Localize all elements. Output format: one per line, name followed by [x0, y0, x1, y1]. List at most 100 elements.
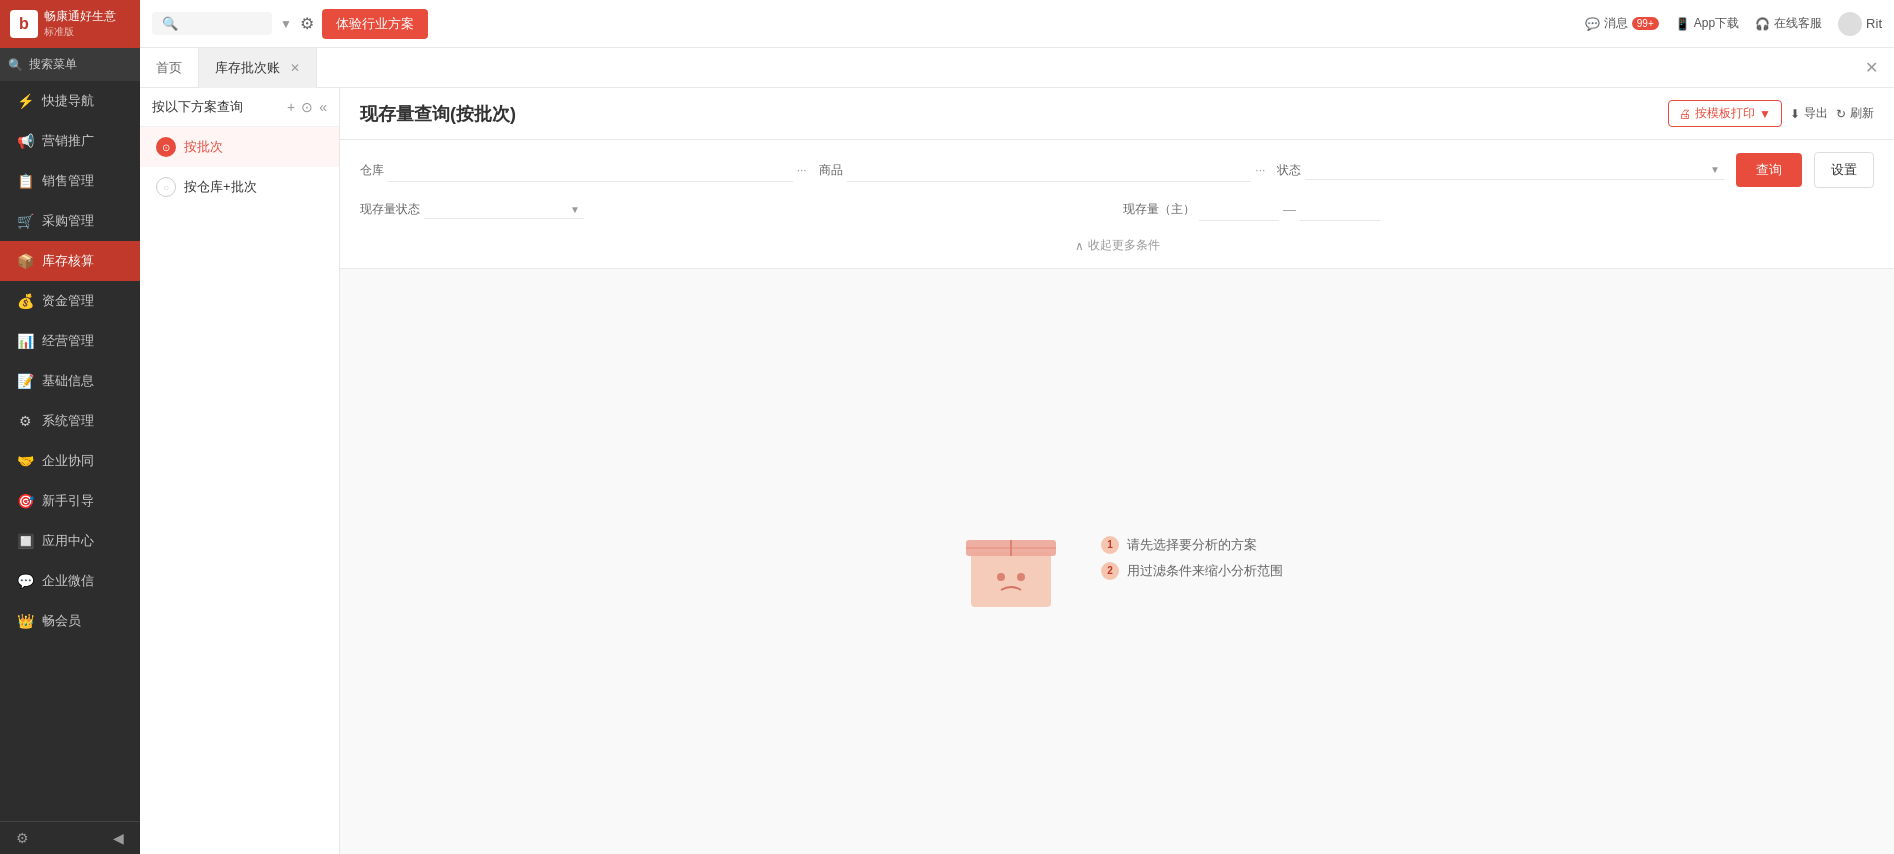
sidebar-item-newbie[interactable]: 🎯 新手引导: [0, 481, 140, 521]
topbar-search-box[interactable]: 🔍: [152, 12, 272, 35]
sidebar-label: 经营管理: [42, 332, 94, 350]
inventory-status-select-wrap: 全部 有库存 无库存 ▼: [424, 200, 584, 219]
empty-svg: [951, 502, 1071, 622]
app-download-button[interactable]: 📱 App下载: [1675, 15, 1739, 32]
filter-area: 仓库 ··· 商品 ··· 状态 全部: [340, 140, 1894, 269]
newbie-icon: 🎯: [16, 493, 34, 509]
user-menu[interactable]: Rit: [1838, 12, 1882, 36]
status-filter-group: 状态 全部 ▼: [1277, 161, 1724, 180]
empty-state: 1 请先选择要分析的方案 2 用过滤条件来缩小分析范围: [340, 269, 1894, 854]
sidebar-search[interactable]: 🔍 搜索菜单: [0, 48, 140, 81]
plan-item-by-batch[interactable]: ⊙ 按批次: [140, 127, 339, 167]
sidebar-item-basic[interactable]: 📝 基础信息: [0, 361, 140, 401]
empty-step-2: 2 用过滤条件来缩小分析范围: [1101, 562, 1283, 580]
sidebar-label: 快捷导航: [42, 92, 94, 110]
right-content: 现存量查询(按批次) 🖨 按模板打印 ▼ ⬇ 导出 ↻ 刷新: [340, 88, 1894, 854]
warehouse-more-button[interactable]: ···: [797, 163, 807, 177]
plan-settings-icon[interactable]: ⊙: [301, 99, 313, 115]
page-title: 现存量查询(按批次): [360, 102, 516, 126]
export-button[interactable]: ⬇ 导出: [1790, 105, 1828, 122]
sidebar-nav: ⚡ 快捷导航 📢 营销推广 📋 销售管理 🛒 采购管理 📦 库存核算 💰 资金管…: [0, 81, 140, 821]
tab-home[interactable]: 首页: [140, 48, 199, 88]
inventory-status-dropdown-icon: ▼: [570, 204, 580, 215]
collapse-sidebar-icon[interactable]: ◀: [113, 830, 124, 846]
sidebar-label: 采购管理: [42, 212, 94, 230]
inventory-qty-max-input[interactable]: [1300, 198, 1380, 221]
inventory-status-select[interactable]: 全部 有库存 无库存: [428, 202, 570, 216]
status-dropdown-arrow-icon: ▼: [1710, 164, 1720, 175]
tab-close-icon[interactable]: ✕: [290, 48, 300, 88]
print-dropdown-icon[interactable]: ▼: [1759, 107, 1771, 121]
status-filter-select[interactable]: 全部: [1309, 163, 1710, 177]
export-icon: ⬇: [1790, 107, 1800, 121]
messages-button[interactable]: 💬 消息 99+: [1585, 15, 1659, 32]
topbar-dropdown-icon[interactable]: ▼: [280, 17, 292, 31]
online-service-button[interactable]: 🎧 在线客服: [1755, 15, 1822, 32]
page-header: 现存量查询(按批次) 🖨 按模板打印 ▼ ⬇ 导出 ↻ 刷新: [340, 88, 1894, 140]
message-icon: 💬: [1585, 17, 1600, 31]
sidebar-item-vip[interactable]: 👑 畅会员: [0, 601, 140, 641]
plan-item-by-warehouse-batch[interactable]: ○ 按仓库+批次: [140, 167, 339, 207]
product-more-button[interactable]: ···: [1255, 163, 1265, 177]
sidebar-item-inventory[interactable]: 📦 库存核算: [0, 241, 140, 281]
refresh-icon: ↻: [1836, 107, 1846, 121]
print-button[interactable]: 🖨 按模板打印 ▼: [1668, 100, 1782, 127]
app-edition: 标准版: [44, 25, 116, 39]
service-icon: 🎧: [1755, 17, 1770, 31]
sidebar-item-finance[interactable]: 💰 资金管理: [0, 281, 140, 321]
inventory-qty-filter-group: 现存量（主） —: [1123, 198, 1874, 221]
collapse-more-button[interactable]: ∧ 收起更多条件: [360, 231, 1874, 260]
sidebar-item-app-center[interactable]: 🔲 应用中心: [0, 521, 140, 561]
query-button[interactable]: 查询: [1736, 153, 1802, 187]
product-filter-group: 商品 ···: [819, 159, 1266, 182]
step-2-text: 用过滤条件来缩小分析范围: [1127, 562, 1283, 580]
sidebar-item-sales[interactable]: 📋 销售管理: [0, 161, 140, 201]
operations-icon: 📊: [16, 333, 34, 349]
purchase-icon: 🛒: [16, 213, 34, 229]
settings-button[interactable]: 设置: [1814, 152, 1874, 188]
sidebar-label: 营销推广: [42, 132, 94, 150]
industry-solution-button[interactable]: 体验行业方案: [322, 9, 428, 39]
inventory-qty-min-input[interactable]: [1199, 198, 1279, 221]
sidebar: b 畅康通好生意 标准版 🔍 搜索菜单 ⚡ 快捷导航 📢 营销推广 📋 销售管理…: [0, 0, 140, 854]
sidebar-item-operations[interactable]: 📊 经营管理: [0, 321, 140, 361]
tabs-bar: 首页 库存批次账 ✕ ✕: [140, 48, 1894, 88]
inventory-status-label: 现存量状态: [360, 201, 420, 218]
filter-row-2: 现存量状态 全部 有库存 无库存 ▼ 现存量（主）: [360, 198, 1874, 221]
collapse-label: 收起更多条件: [1088, 237, 1160, 254]
phone-icon: 📱: [1675, 17, 1690, 31]
app-logo: b: [10, 10, 38, 38]
app-center-icon: 🔲: [16, 533, 34, 549]
plan-label: 按批次: [184, 138, 223, 156]
empty-illustration: [951, 502, 1071, 622]
sidebar-label: 企业协同: [42, 452, 94, 470]
tab-inventory-batch[interactable]: 库存批次账 ✕: [199, 48, 317, 88]
warehouse-filter-group: 仓库 ···: [360, 159, 807, 182]
sidebar-label: 企业微信: [42, 572, 94, 590]
sidebar-item-quick-nav[interactable]: ⚡ 快捷导航: [0, 81, 140, 121]
sidebar-item-purchase[interactable]: 🛒 采购管理: [0, 201, 140, 241]
product-filter-input[interactable]: [847, 159, 1252, 182]
settings-footer-icon[interactable]: ⚙: [16, 830, 29, 846]
wechat-icon: 💬: [16, 573, 34, 589]
panel-close-button[interactable]: ✕: [1849, 48, 1894, 88]
messages-badge: 99+: [1632, 17, 1659, 30]
sidebar-item-collab[interactable]: 🤝 企业协同: [0, 441, 140, 481]
left-panel-header-actions: + ⊙ «: [287, 99, 327, 115]
inventory-status-filter-group: 现存量状态 全部 有库存 无库存 ▼: [360, 200, 1111, 219]
add-plan-icon[interactable]: +: [287, 99, 295, 115]
sidebar-item-marketing[interactable]: 📢 营销推广: [0, 121, 140, 161]
topbar-settings-icon[interactable]: ⚙: [300, 14, 314, 33]
collapse-panel-icon[interactable]: «: [319, 99, 327, 115]
marketing-icon: 📢: [16, 133, 34, 149]
tab-label: 库存批次账: [215, 48, 280, 88]
topbar-search-input[interactable]: [182, 17, 262, 31]
finance-icon: 💰: [16, 293, 34, 309]
warehouse-filter-input[interactable]: [388, 159, 793, 182]
sidebar-label: 系统管理: [42, 412, 94, 430]
refresh-button[interactable]: ↻ 刷新: [1836, 105, 1874, 122]
search-icon: 🔍: [8, 58, 23, 72]
sidebar-item-wechat[interactable]: 💬 企业微信: [0, 561, 140, 601]
sidebar-item-system[interactable]: ⚙ 系统管理: [0, 401, 140, 441]
basic-icon: 📝: [16, 373, 34, 389]
